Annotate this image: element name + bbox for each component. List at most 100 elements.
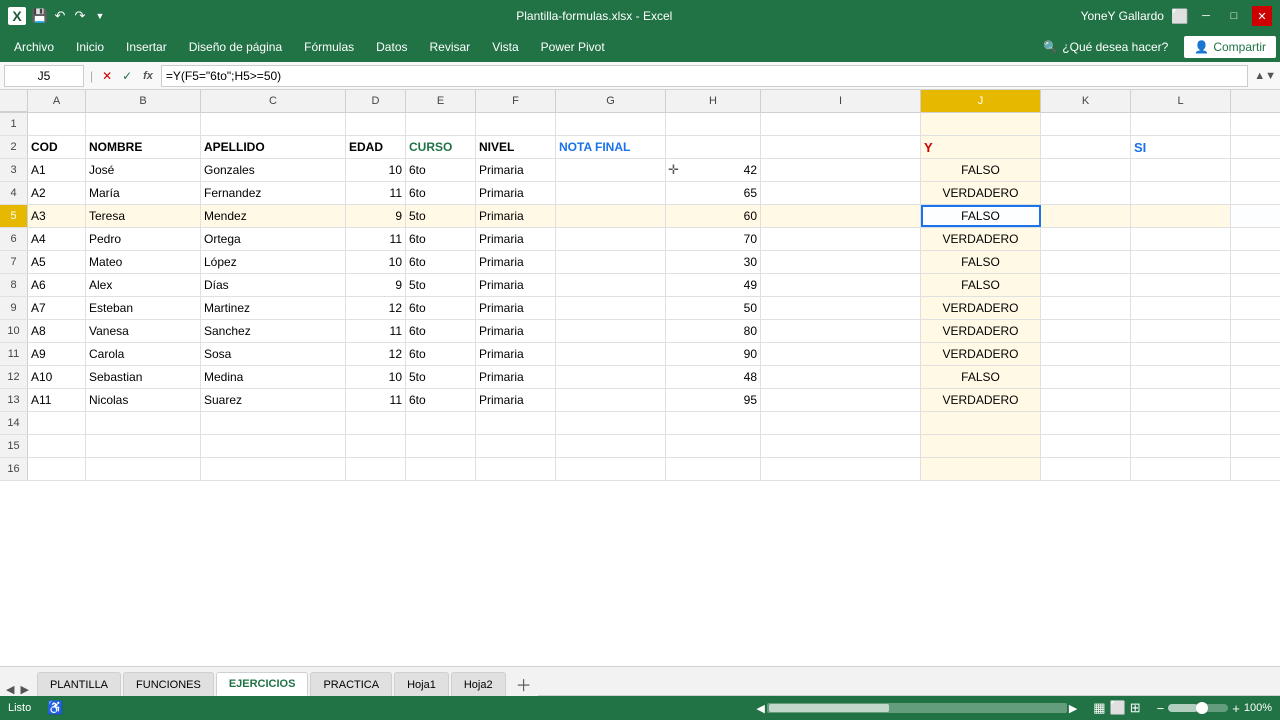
- corner-cell[interactable]: [0, 90, 28, 112]
- sheet-tab-ejercicios[interactable]: EJERCICIOS: [216, 672, 309, 696]
- cell-f8[interactable]: Primaria: [476, 274, 556, 296]
- menu-powerpivot[interactable]: Power Pivot: [531, 36, 615, 58]
- cell-b15[interactable]: [86, 435, 201, 457]
- col-header-d[interactable]: D: [346, 90, 406, 112]
- cell-g12[interactable]: [556, 366, 666, 388]
- cell-g6[interactable]: [556, 228, 666, 250]
- row-header-11[interactable]: 11: [0, 343, 28, 365]
- cell-j4[interactable]: VERDADERO: [921, 182, 1041, 204]
- row-header-3[interactable]: 3: [0, 159, 28, 181]
- row-header-5[interactable]: 5: [0, 205, 28, 227]
- cell-k11[interactable]: [1041, 343, 1131, 365]
- cell-i14[interactable]: [761, 412, 921, 434]
- cell-j14[interactable]: [921, 412, 1041, 434]
- row-header-7[interactable]: 7: [0, 251, 28, 273]
- cell-d10[interactable]: 11: [346, 320, 406, 342]
- cell-h12[interactable]: 48: [666, 366, 761, 388]
- cell-j2[interactable]: Y: [921, 136, 1041, 158]
- cell-k6[interactable]: [1041, 228, 1131, 250]
- cell-d4[interactable]: 11: [346, 182, 406, 204]
- cell-e12[interactable]: 5to: [406, 366, 476, 388]
- cell-d13[interactable]: 11: [346, 389, 406, 411]
- cell-b10[interactable]: Vanesa: [86, 320, 201, 342]
- cell-e5[interactable]: 5to: [406, 205, 476, 227]
- col-header-a[interactable]: A: [28, 90, 86, 112]
- cell-d2[interactable]: EDAD: [346, 136, 406, 158]
- cell-e2[interactable]: CURSO: [406, 136, 476, 158]
- cell-k1[interactable]: [1041, 113, 1131, 135]
- col-header-i[interactable]: I: [761, 90, 921, 112]
- cell-g2[interactable]: NOTA FINAL: [556, 136, 666, 158]
- cell-d12[interactable]: 10: [346, 366, 406, 388]
- cell-g16[interactable]: [556, 458, 666, 480]
- cell-f3[interactable]: Primaria: [476, 159, 556, 181]
- cell-b1[interactable]: [86, 113, 201, 135]
- cell-h7[interactable]: 30: [666, 251, 761, 273]
- row-header-6[interactable]: 6: [0, 228, 28, 250]
- cell-b11[interactable]: Carola: [86, 343, 201, 365]
- cell-d11[interactable]: 12: [346, 343, 406, 365]
- menu-revisar[interactable]: Revisar: [420, 36, 481, 58]
- cell-g1[interactable]: [556, 113, 666, 135]
- cell-e13[interactable]: 6to: [406, 389, 476, 411]
- cell-c4[interactable]: Fernandez: [201, 182, 346, 204]
- close-button[interactable]: ✕: [1252, 6, 1272, 26]
- cell-d15[interactable]: [346, 435, 406, 457]
- cell-e10[interactable]: 6to: [406, 320, 476, 342]
- cell-l13[interactable]: [1131, 389, 1231, 411]
- cell-k2[interactable]: [1041, 136, 1131, 158]
- cell-j1[interactable]: [921, 113, 1041, 135]
- cell-e1[interactable]: [406, 113, 476, 135]
- menu-insertar[interactable]: Insertar: [116, 36, 177, 58]
- cell-b9[interactable]: Esteban: [86, 297, 201, 319]
- cell-d7[interactable]: 10: [346, 251, 406, 273]
- cell-i6[interactable]: [761, 228, 921, 250]
- cell-j9[interactable]: VERDADERO: [921, 297, 1041, 319]
- accessibility-icon[interactable]: ♿: [47, 700, 63, 716]
- cell-j16[interactable]: [921, 458, 1041, 480]
- cell-k7[interactable]: [1041, 251, 1131, 273]
- cell-c14[interactable]: [201, 412, 346, 434]
- col-header-f[interactable]: F: [476, 90, 556, 112]
- cell-f16[interactable]: [476, 458, 556, 480]
- cell-d5[interactable]: 9: [346, 205, 406, 227]
- cell-b14[interactable]: [86, 412, 201, 434]
- zoom-out-button[interactable]: −: [1157, 701, 1165, 716]
- cell-i15[interactable]: [761, 435, 921, 457]
- cell-l12[interactable]: [1131, 366, 1231, 388]
- cell-f14[interactable]: [476, 412, 556, 434]
- cell-f15[interactable]: [476, 435, 556, 457]
- cell-b8[interactable]: Alex: [86, 274, 201, 296]
- cell-a6[interactable]: A4: [28, 228, 86, 250]
- cell-l15[interactable]: [1131, 435, 1231, 457]
- cell-i7[interactable]: [761, 251, 921, 273]
- row-header-1[interactable]: 1: [0, 113, 28, 135]
- cell-h16[interactable]: [666, 458, 761, 480]
- cell-h13[interactable]: 95: [666, 389, 761, 411]
- cell-k16[interactable]: [1041, 458, 1131, 480]
- row-header-9[interactable]: 9: [0, 297, 28, 319]
- sheet-tab-hoja1[interactable]: Hoja1: [394, 672, 449, 696]
- cell-k4[interactable]: [1041, 182, 1131, 204]
- cell-a16[interactable]: [28, 458, 86, 480]
- cell-c10[interactable]: Sanchez: [201, 320, 346, 342]
- cell-g9[interactable]: [556, 297, 666, 319]
- cell-b13[interactable]: Nicolas: [86, 389, 201, 411]
- cell-g5[interactable]: [556, 205, 666, 227]
- cell-i5[interactable]: [761, 205, 921, 227]
- row-header-8[interactable]: 8: [0, 274, 28, 296]
- cell-i13[interactable]: [761, 389, 921, 411]
- cell-j15[interactable]: [921, 435, 1041, 457]
- cell-j12[interactable]: FALSO: [921, 366, 1041, 388]
- cell-k3[interactable]: [1041, 159, 1131, 181]
- cell-f1[interactable]: [476, 113, 556, 135]
- cell-d14[interactable]: [346, 412, 406, 434]
- cell-j13[interactable]: VERDADERO: [921, 389, 1041, 411]
- cell-b12[interactable]: Sebastian: [86, 366, 201, 388]
- col-header-h[interactable]: H: [666, 90, 761, 112]
- cell-i11[interactable]: [761, 343, 921, 365]
- cell-h4[interactable]: 65: [666, 182, 761, 204]
- cell-g11[interactable]: [556, 343, 666, 365]
- cell-c1[interactable]: [201, 113, 346, 135]
- cell-a12[interactable]: A10: [28, 366, 86, 388]
